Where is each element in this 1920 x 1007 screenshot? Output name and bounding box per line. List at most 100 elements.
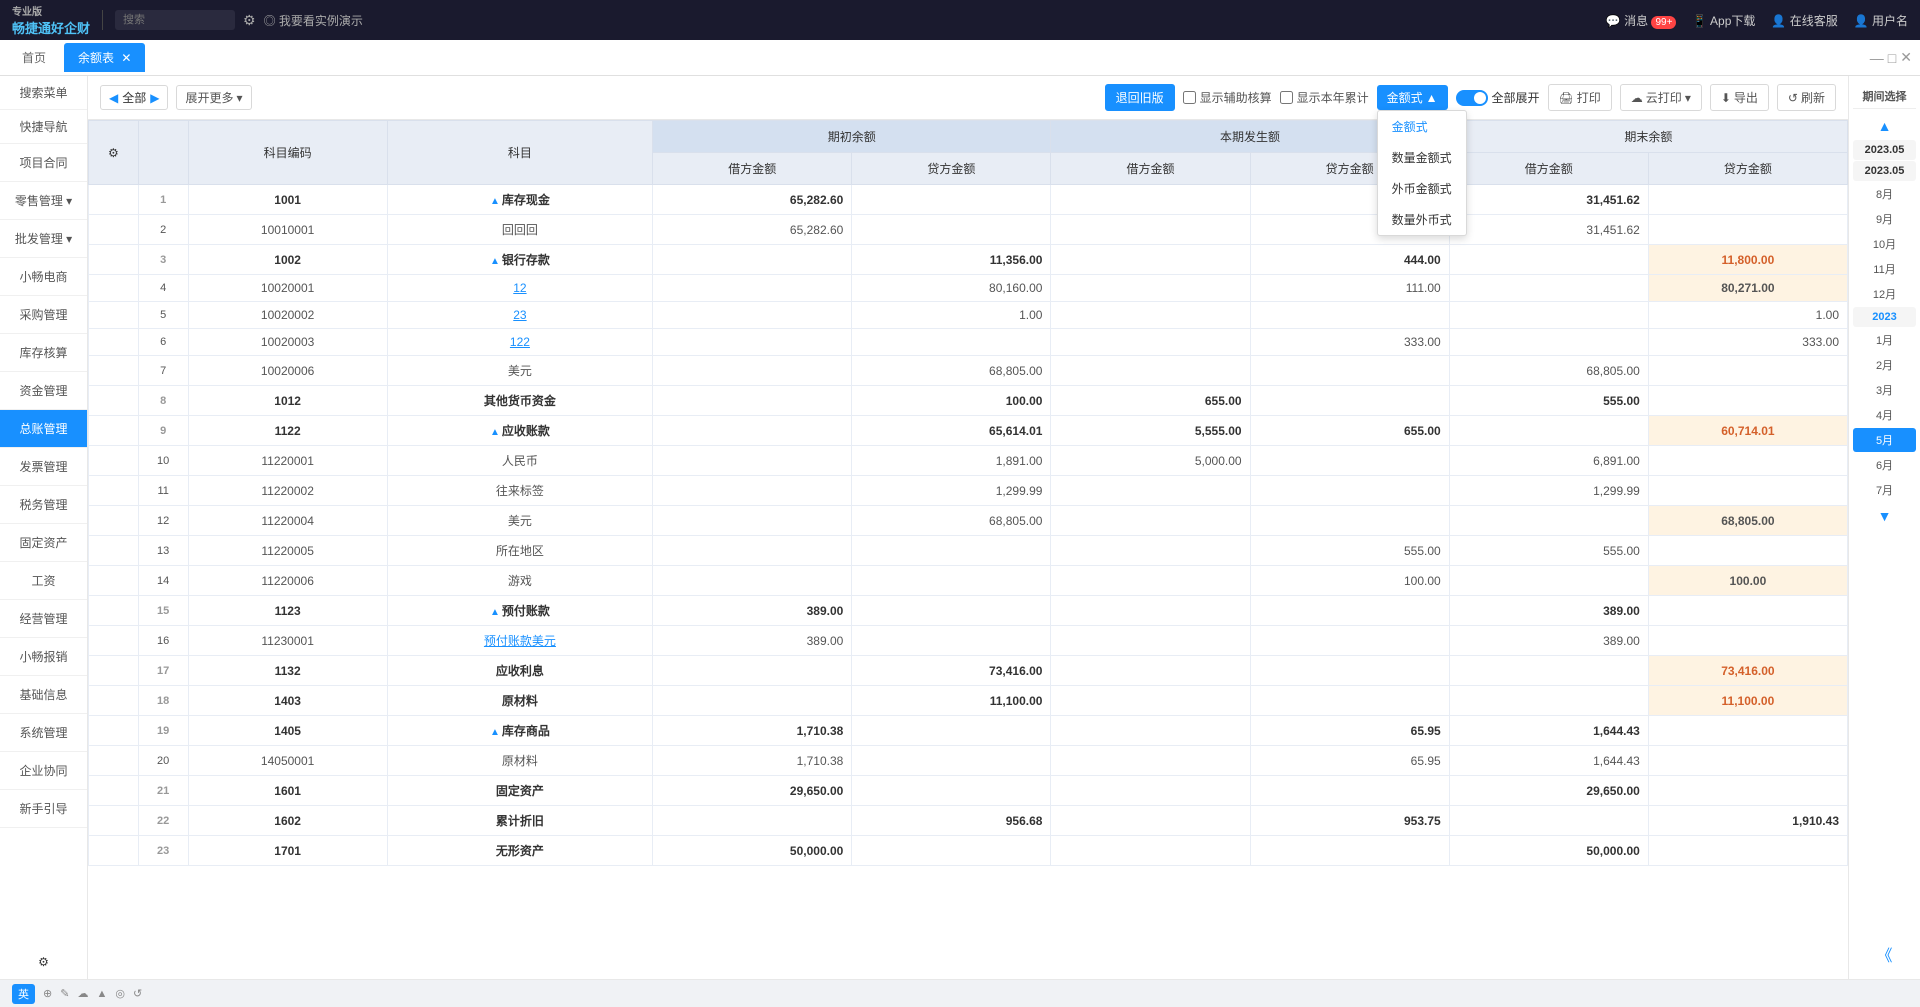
refresh-btn[interactable]: ↺ 刷新 xyxy=(1777,84,1836,111)
period-nav-next[interactable]: ▼ xyxy=(1853,504,1916,528)
collapse-icon[interactable]: ▲ xyxy=(490,256,500,267)
sidebar-item-tax[interactable]: 税务管理 xyxy=(0,486,87,524)
format-dropdown-btn[interactable]: 金额式 ▲ xyxy=(1377,85,1448,110)
message-btn[interactable]: 💬 消息 99+ xyxy=(1606,12,1677,29)
account-link[interactable]: 122 xyxy=(510,335,530,349)
cell-cb-debit xyxy=(1449,275,1648,302)
format-option-quantity-foreign[interactable]: 数量外币式 xyxy=(1378,204,1466,235)
sidebar-settings[interactable]: ⚙ xyxy=(0,945,87,979)
tab-bar: 首页 余额表 ✕ — □ ✕ xyxy=(0,40,1920,76)
account-name: 所在地区 xyxy=(496,544,544,558)
period-item-4[interactable]: 4月 xyxy=(1853,403,1916,427)
window-close[interactable]: ✕ xyxy=(1900,49,1912,66)
sidebar-search[interactable]: 搜索菜单 xyxy=(0,76,87,110)
collapse-icon[interactable]: ▲ xyxy=(490,607,500,618)
bottom-circle-icon[interactable]: ◎ xyxy=(115,987,125,1000)
period-item-3[interactable]: 3月 xyxy=(1853,378,1916,402)
sidebar-item-ledger[interactable]: 总账管理 xyxy=(0,410,87,448)
print-btn[interactable]: 🖨 打印 xyxy=(1548,84,1612,111)
period-item-12[interactable]: 12月 xyxy=(1853,282,1916,306)
sidebar-item-wholesale[interactable]: 批发管理 ▾ xyxy=(0,220,87,258)
tab-balance[interactable]: 余额表 ✕ xyxy=(64,43,145,72)
period-item-1[interactable]: 1月 xyxy=(1853,328,1916,352)
tab-close-balance[interactable]: ✕ xyxy=(121,51,131,65)
sidebar-item-purchase[interactable]: 采购管理 xyxy=(0,296,87,334)
sidebar-item-basic[interactable]: 基础信息 xyxy=(0,676,87,714)
col-account-name: 科目 xyxy=(387,121,653,185)
sidebar-item-smallsale[interactable]: 小畅报销 xyxy=(0,638,87,676)
back-old-version-btn[interactable]: 退回旧版 xyxy=(1105,84,1175,111)
collapse-icon[interactable]: ▲ xyxy=(490,427,500,438)
export-btn[interactable]: ⬇ 导出 xyxy=(1710,84,1769,111)
show-auxiliary-checkbox[interactable]: 显示辅助核算 xyxy=(1183,89,1272,106)
account-name: 人民币 xyxy=(502,454,538,468)
show-ytd-checkbox[interactable]: 显示本年累计 xyxy=(1280,89,1369,106)
tab-home[interactable]: 首页 xyxy=(8,43,60,72)
bottom-refresh-icon[interactable]: ↺ xyxy=(133,987,142,1000)
cloud-print-btn[interactable]: ☁ 云打印 ▾ xyxy=(1620,84,1702,111)
account-link[interactable]: 预付账款美元 xyxy=(484,634,556,648)
expand-more-btn[interactable]: 展开更多 ▾ xyxy=(176,85,251,110)
online-service-btn[interactable]: 👤 在线客服 xyxy=(1771,12,1837,29)
period-item-2[interactable]: 2月 xyxy=(1853,353,1916,377)
sidebar-item-inventory[interactable]: 库存核算 xyxy=(0,334,87,372)
top-search-input[interactable] xyxy=(115,10,235,30)
app-download-btn[interactable]: 📱 App下载 xyxy=(1692,12,1755,29)
sidebar-item-salary[interactable]: 工资 xyxy=(0,562,87,600)
settings-icon[interactable]: ⚙ xyxy=(243,12,256,29)
bottom-add-icon[interactable]: ⊕ xyxy=(43,987,52,1000)
period-item-2023-05-label[interactable]: 2023.05 xyxy=(1853,140,1916,160)
user-avatar[interactable]: 👤 用户名 xyxy=(1854,12,1908,29)
format-option-quantity-amount[interactable]: 数量金额式 xyxy=(1378,142,1466,173)
period-item-8[interactable]: 8月 xyxy=(1853,182,1916,206)
sidebar-item-partner[interactable]: 企业协同 xyxy=(0,752,87,790)
period-item-6[interactable]: 6月 xyxy=(1853,453,1916,477)
bottom-up-icon[interactable]: ▲ xyxy=(96,988,107,1000)
sidebar-item-capital[interactable]: 资金管理 xyxy=(0,372,87,410)
collapse-icon[interactable]: ▲ xyxy=(490,727,500,738)
table-row: 3 1002 ▲银行存款 11,356.00 444.00 11,800.00 xyxy=(89,245,1848,275)
bottom-lang[interactable]: 英 xyxy=(12,984,35,1004)
sidebar-item-operation[interactable]: 经营管理 xyxy=(0,600,87,638)
right-arrow-icon[interactable]: ▶ xyxy=(150,91,159,105)
period-item-10[interactable]: 10月 xyxy=(1853,232,1916,256)
period-item-11[interactable]: 11月 xyxy=(1853,257,1916,281)
bottom-cloud-icon[interactable]: ☁ xyxy=(77,987,88,1000)
sidebar-quick-nav[interactable]: 快捷导航 xyxy=(0,110,87,144)
cell-cp-credit xyxy=(1250,836,1449,866)
sidebar-item-guide[interactable]: 新手引导 xyxy=(0,790,87,828)
table-row: 12 11220004 美元 68,805.00 68,805.00 xyxy=(89,506,1848,536)
account-link[interactable]: 12 xyxy=(513,281,526,295)
period-item-2023-05-2[interactable]: 2023.05 xyxy=(1853,161,1916,181)
period-item-5[interactable]: 5月 xyxy=(1853,428,1916,452)
window-minimize[interactable]: — xyxy=(1870,49,1884,66)
sidebar-item-retail[interactable]: 零售管理 ▾ xyxy=(0,182,87,220)
cell-cp-credit xyxy=(1250,446,1449,476)
period-panel-collapse[interactable]: 《 xyxy=(1853,938,1916,970)
window-maximize[interactable]: □ xyxy=(1888,49,1896,66)
account-name: 银行存款 xyxy=(502,253,550,267)
sidebar-item-invoice[interactable]: 发票管理 xyxy=(0,448,87,486)
period-item-7[interactable]: 7月 xyxy=(1853,478,1916,502)
sidebar-item-ecommerce[interactable]: 小畅电商 xyxy=(0,258,87,296)
cell-cb-credit: 1,910.43 xyxy=(1648,806,1847,836)
cell-setting xyxy=(89,386,139,416)
format-option-foreign-amount[interactable]: 外币金额式 xyxy=(1378,173,1466,204)
demo-link[interactable]: ◎ 我要看实例演示 xyxy=(264,12,363,29)
bottom-edit-icon[interactable]: ✎ xyxy=(60,987,69,1000)
period-item-9[interactable]: 9月 xyxy=(1853,207,1916,231)
period-item-2023[interactable]: 2023 xyxy=(1853,307,1916,327)
account-link[interactable]: 23 xyxy=(513,308,526,322)
cell-cp-debit xyxy=(1051,806,1250,836)
sidebar-item-project[interactable]: 项目合同 xyxy=(0,144,87,182)
cell-cp-credit: 655.00 xyxy=(1250,416,1449,446)
format-option-amount[interactable]: 金额式 xyxy=(1378,111,1466,142)
cell-code: 1001 xyxy=(188,185,387,215)
collapse-icon[interactable]: ▲ xyxy=(490,196,500,207)
sidebar-item-system[interactable]: 系统管理 xyxy=(0,714,87,752)
sidebar-item-asset[interactable]: 固定资产 xyxy=(0,524,87,562)
period-nav-prev[interactable]: ▲ xyxy=(1853,114,1916,138)
search-all-filter[interactable]: ◀ 全部 ▶ xyxy=(100,85,168,110)
cell-name: 美元 xyxy=(387,506,653,536)
expand-all-toggle[interactable] xyxy=(1456,90,1488,106)
